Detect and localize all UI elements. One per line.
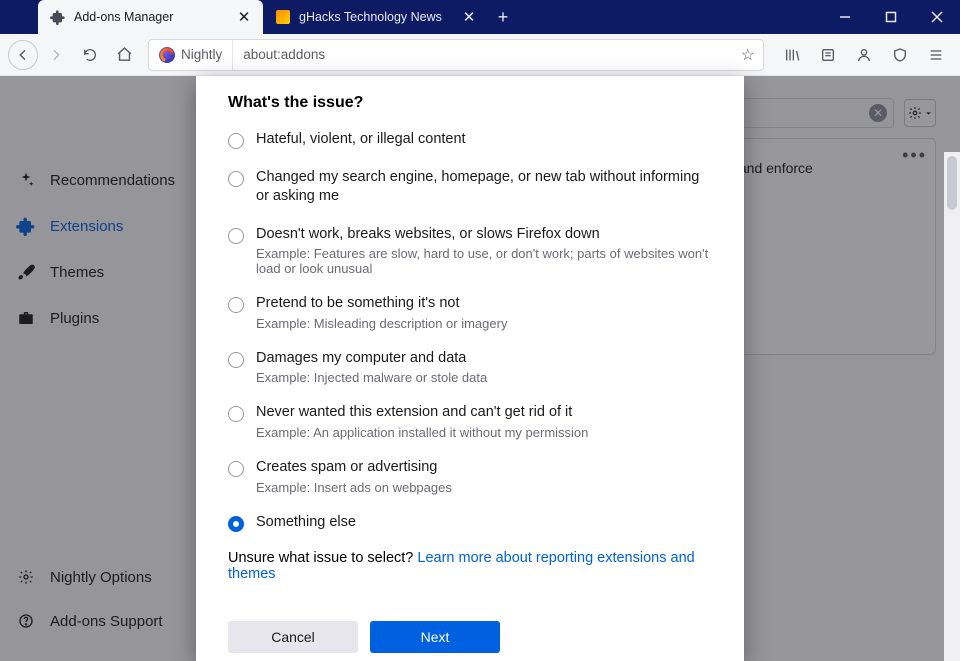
close-icon[interactable]: ✕ — [235, 8, 253, 26]
option-label: Doesn't work, breaks websites, or slows … — [256, 225, 712, 245]
browser-tab-1[interactable]: gHacks Technology News ✕ — [263, 0, 488, 34]
option-label: Never wanted this extension and can't ge… — [256, 403, 712, 423]
radio-icon[interactable] — [228, 352, 244, 368]
identity-label: Nightly — [181, 47, 222, 62]
issue-option-4[interactable]: Damages my computer and dataExample: Inj… — [228, 349, 712, 386]
window-titlebar: Add-ons Manager ✕ gHacks Technology News… — [0, 0, 960, 34]
back-button[interactable] — [8, 40, 38, 70]
bookmark-star-icon[interactable]: ☆ — [741, 45, 755, 65]
radio-icon[interactable] — [228, 297, 244, 313]
identity-box[interactable]: Nightly — [149, 40, 233, 70]
url-text: about:addons — [233, 47, 335, 62]
url-bar[interactable]: Nightly about:addons ☆ — [148, 39, 764, 71]
reader-icon[interactable] — [812, 39, 844, 71]
option-label: Damages my computer and data — [256, 349, 712, 369]
issue-option-2[interactable]: Doesn't work, breaks websites, or slows … — [228, 225, 712, 277]
issue-option-5[interactable]: Never wanted this extension and can't ge… — [228, 403, 712, 440]
issue-option-0[interactable]: Hateful, violent, or illegal content — [228, 130, 712, 150]
menu-button[interactable] — [920, 39, 952, 71]
new-tab-button[interactable]: + — [488, 0, 518, 34]
option-example: Example: Insert ads on webpages — [256, 480, 712, 495]
issue-option-3[interactable]: Pretend to be something it's not Example:… — [228, 294, 712, 331]
option-label: Pretend to be something it's not — [256, 294, 712, 314]
cancel-button[interactable]: Cancel — [228, 621, 358, 653]
option-example: Example: An application installed it wit… — [256, 425, 712, 440]
issue-option-1[interactable]: Changed my search engine, homepage, or n… — [228, 168, 712, 207]
tab-title: gHacks Technology News — [299, 10, 452, 24]
nav-toolbar: Nightly about:addons ☆ — [0, 34, 960, 76]
maximize-button[interactable] — [868, 0, 914, 34]
radio-icon[interactable] — [228, 406, 244, 422]
radio-icon[interactable] — [228, 516, 244, 532]
browser-tab-0[interactable]: Add-ons Manager ✕ — [38, 0, 263, 34]
site-favicon — [275, 9, 291, 25]
report-issue-modal: What's the issue? Hateful, violent, or i… — [196, 76, 744, 661]
puzzle-icon — [50, 9, 66, 25]
scrollbar-thumb[interactable] — [947, 156, 957, 210]
minimize-button[interactable] — [822, 0, 868, 34]
close-icon[interactable]: ✕ — [460, 8, 478, 26]
option-label: Creates spam or advertising — [256, 458, 712, 478]
issue-option-6[interactable]: Creates spam or advertising Example: Inse… — [228, 458, 712, 495]
window-controls — [822, 0, 960, 34]
page-content: Recommendations Extensions Themes Plugin… — [0, 76, 960, 661]
toolbar-right — [772, 39, 952, 71]
option-label: Hateful, violent, or illegal content — [256, 130, 712, 150]
shield-icon[interactable] — [884, 39, 916, 71]
next-button[interactable]: Next — [370, 621, 500, 653]
option-example: Example: Injected malware or stole data — [256, 370, 712, 385]
forward-button[interactable] — [40, 39, 72, 71]
option-example: Example: Features are slow, hard to use,… — [256, 246, 712, 276]
tab-title: Add-ons Manager — [74, 10, 227, 24]
radio-icon[interactable] — [228, 461, 244, 477]
tab-strip: Add-ons Manager ✕ gHacks Technology News… — [0, 0, 518, 34]
reload-button[interactable] — [74, 39, 106, 71]
radio-icon[interactable] — [228, 171, 244, 187]
home-button[interactable] — [108, 39, 140, 71]
account-icon[interactable] — [848, 39, 880, 71]
page-scrollbar[interactable] — [944, 152, 960, 661]
modal-heading: What's the issue? — [228, 94, 712, 112]
unsure-hint: Unsure what issue to select? Learn more … — [228, 550, 712, 582]
library-icon[interactable] — [776, 39, 808, 71]
option-example: Example: Misleading description or image… — [256, 316, 712, 331]
radio-icon[interactable] — [228, 228, 244, 244]
close-button[interactable] — [914, 0, 960, 34]
radio-icon[interactable] — [228, 133, 244, 149]
firefox-icon — [159, 47, 175, 63]
issue-option-7[interactable]: Something else — [228, 513, 712, 533]
option-label: Changed my search engine, homepage, or n… — [256, 168, 712, 207]
option-label: Something else — [256, 513, 712, 533]
